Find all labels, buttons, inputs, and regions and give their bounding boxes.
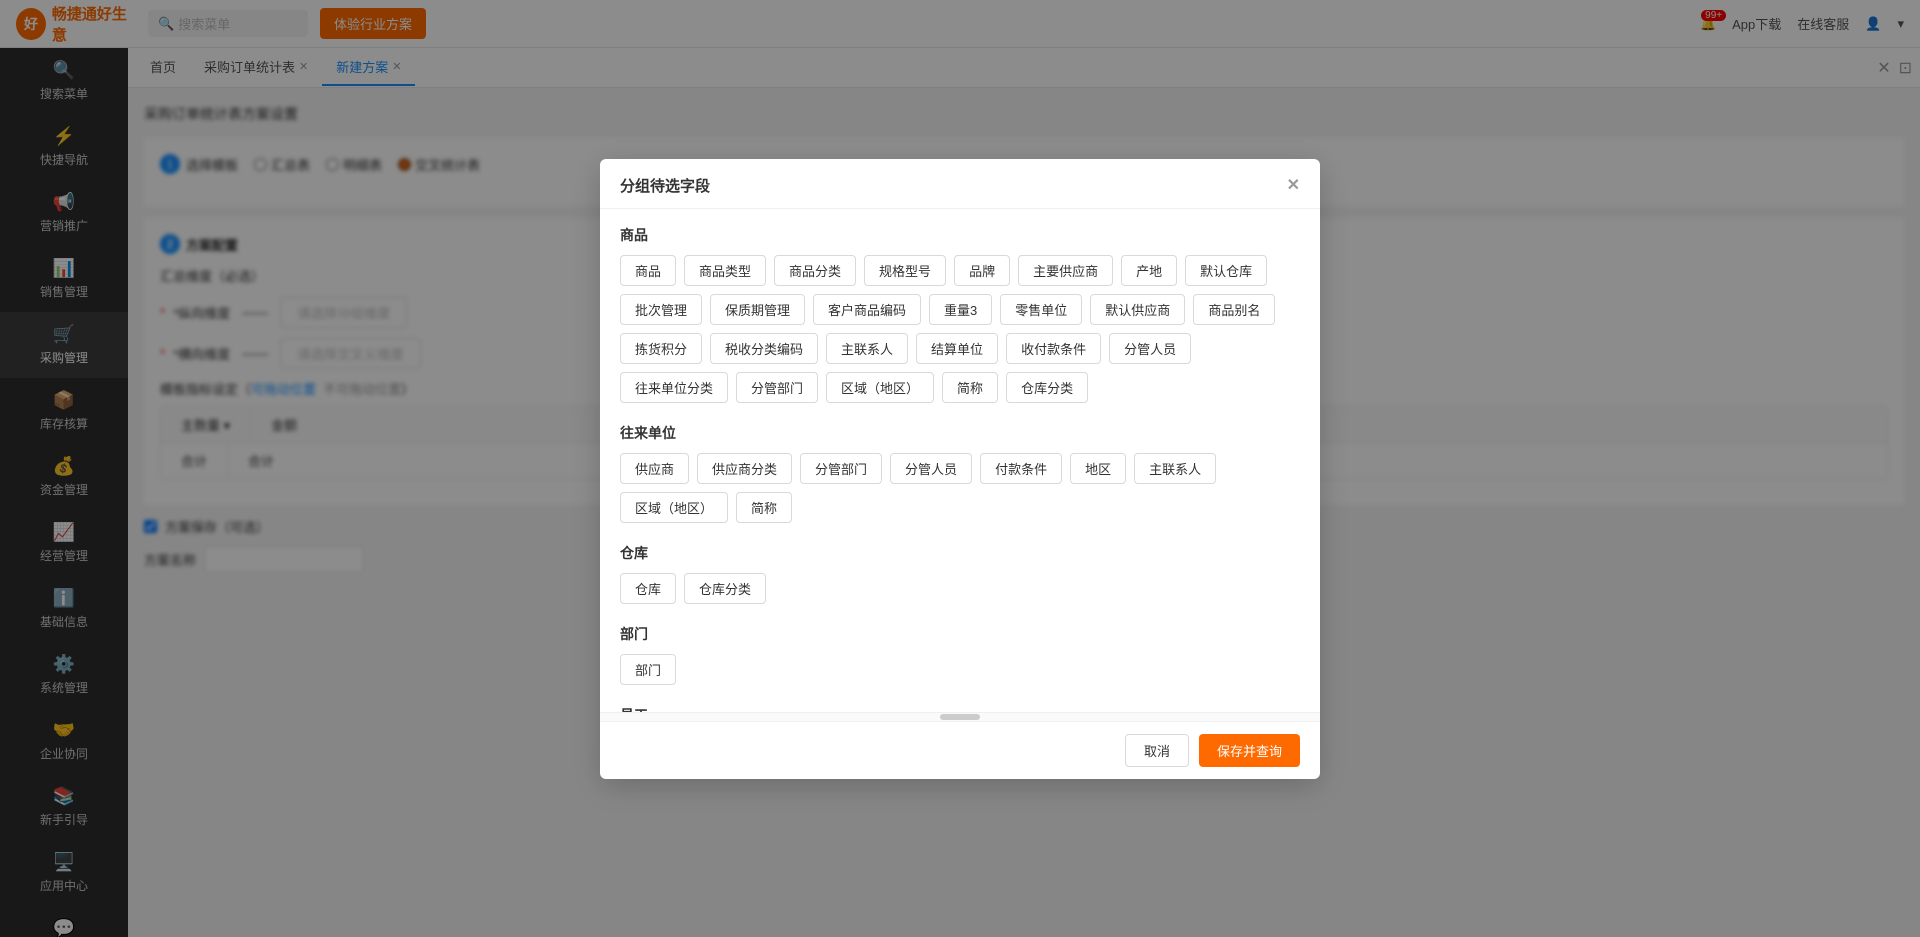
tag-supervisor[interactable]: 分管人员 [1109, 333, 1191, 364]
tag-batch-mgmt[interactable]: 批次管理 [620, 294, 702, 325]
section-partner: 往来单位 供应商 供应商分类 分管部门 分管人员 付款条件 地区 主联系人 区域… [620, 423, 1300, 523]
tag-personnel-partner[interactable]: 分管人员 [890, 453, 972, 484]
tag-region-partner[interactable]: 区域（地区） [620, 492, 728, 523]
tag-supplier[interactable]: 供应商 [620, 453, 689, 484]
modal-header: 分组待选字段 ✕ [600, 159, 1320, 209]
modal-close-btn[interactable]: ✕ [1287, 175, 1300, 195]
tag-settlement-unit[interactable]: 结算单位 [916, 333, 998, 364]
section-product-tags: 商品 商品类型 商品分类 规格型号 品牌 主要供应商 产地 默认仓库 批次管理 … [620, 255, 1300, 403]
tag-payment-condition[interactable]: 付款条件 [980, 453, 1062, 484]
tag-weight[interactable]: 重量3 [929, 294, 992, 325]
tag-default-supplier[interactable]: 默认供应商 [1090, 294, 1185, 325]
tag-area[interactable]: 地区 [1070, 453, 1126, 484]
tag-abbrev-product[interactable]: 简称 [942, 372, 998, 403]
section-partner-tags: 供应商 供应商分类 分管部门 分管人员 付款条件 地区 主联系人 区域（地区） … [620, 453, 1300, 523]
section-warehouse-title: 仓库 [620, 543, 1300, 563]
section-dept-title: 部门 [620, 624, 1300, 644]
section-staff-title: 员工 [620, 705, 1300, 713]
tag-dept-partner[interactable]: 分管部门 [800, 453, 882, 484]
section-dept-tags: 部门 [620, 654, 1300, 685]
section-partner-title: 往来单位 [620, 423, 1300, 443]
tag-main-supplier[interactable]: 主要供应商 [1018, 255, 1113, 286]
section-product-title: 商品 [620, 225, 1300, 245]
tag-dept-supervisor[interactable]: 分管部门 [736, 372, 818, 403]
tag-payment-terms[interactable]: 收付款条件 [1006, 333, 1101, 364]
modal-dialog: 分组待选字段 ✕ 商品 商品 商品类型 商品分类 规格型号 品牌 主要供应商 产… [600, 159, 1320, 779]
modal-footer: 取消 保存并查询 [600, 721, 1320, 779]
modal-cancel-btn[interactable]: 取消 [1125, 734, 1189, 767]
section-warehouse: 仓库 仓库 仓库分类 [620, 543, 1300, 604]
tag-customer-code[interactable]: 客户商品编码 [813, 294, 921, 325]
tag-warehouse-cat[interactable]: 仓库分类 [684, 573, 766, 604]
modal-body[interactable]: 商品 商品 商品类型 商品分类 规格型号 品牌 主要供应商 产地 默认仓库 批次… [600, 209, 1320, 713]
tag-warehouse-category[interactable]: 仓库分类 [1006, 372, 1088, 403]
tag-region-product[interactable]: 区域（地区） [826, 372, 934, 403]
section-warehouse-tags: 仓库 仓库分类 [620, 573, 1300, 604]
tag-spec-model[interactable]: 规格型号 [864, 255, 946, 286]
tag-main-contact[interactable]: 主联系人 [826, 333, 908, 364]
tag-pick-points[interactable]: 拣货积分 [620, 333, 702, 364]
tag-product-alias[interactable]: 商品别名 [1193, 294, 1275, 325]
modal-title: 分组待选字段 [620, 175, 710, 196]
tag-shelf-life[interactable]: 保质期管理 [710, 294, 805, 325]
tag-product[interactable]: 商品 [620, 255, 676, 286]
tag-supplier-category[interactable]: 供应商分类 [697, 453, 792, 484]
tag-dept[interactable]: 部门 [620, 654, 676, 685]
tag-warehouse[interactable]: 仓库 [620, 573, 676, 604]
tag-product-category[interactable]: 商品分类 [774, 255, 856, 286]
section-product: 商品 商品 商品类型 商品分类 规格型号 品牌 主要供应商 产地 默认仓库 批次… [620, 225, 1300, 403]
tag-product-type[interactable]: 商品类型 [684, 255, 766, 286]
tag-abbrev-partner[interactable]: 简称 [736, 492, 792, 523]
tag-main-contact-partner[interactable]: 主联系人 [1134, 453, 1216, 484]
modal-overlay: 分组待选字段 ✕ 商品 商品 商品类型 商品分类 规格型号 品牌 主要供应商 产… [0, 0, 1920, 937]
tag-partner-category[interactable]: 往来单位分类 [620, 372, 728, 403]
tag-default-warehouse[interactable]: 默认仓库 [1185, 255, 1267, 286]
section-staff: 员工 业务员 [620, 705, 1300, 713]
tag-tax-code[interactable]: 税收分类编码 [710, 333, 818, 364]
tag-brand[interactable]: 品牌 [954, 255, 1010, 286]
modal-hscroll[interactable] [600, 712, 1320, 721]
tag-origin[interactable]: 产地 [1121, 255, 1177, 286]
section-dept: 部门 部门 [620, 624, 1300, 685]
tag-retail-unit[interactable]: 零售单位 [1000, 294, 1082, 325]
modal-confirm-btn[interactable]: 保存并查询 [1199, 734, 1300, 767]
